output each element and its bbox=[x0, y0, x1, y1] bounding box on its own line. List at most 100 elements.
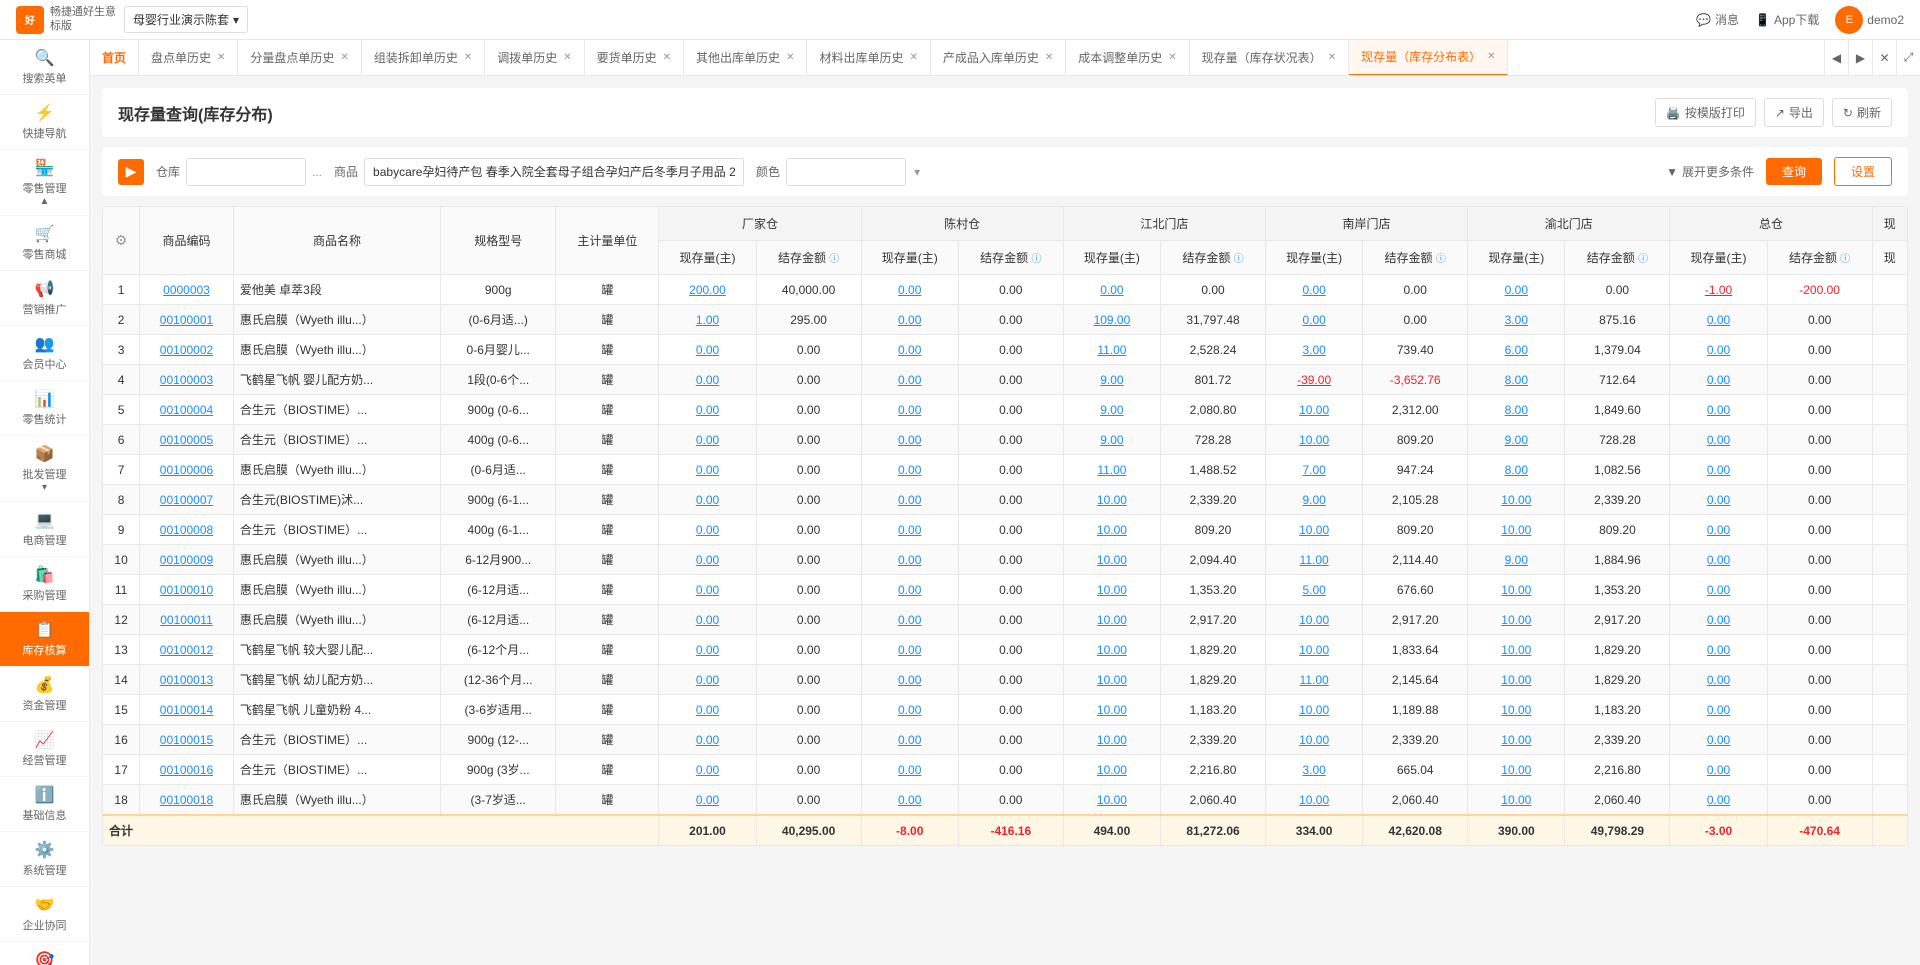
goods-field: 商品 bbox=[334, 158, 744, 186]
expand-filter-button[interactable]: ▼ 展开更多条件 bbox=[1666, 163, 1754, 180]
color-input[interactable] bbox=[786, 158, 906, 186]
info-icon[interactable]: ⓘ bbox=[1638, 254, 1648, 265]
th-spec: 规格型号 bbox=[441, 207, 556, 275]
td-index: 12 bbox=[103, 605, 140, 635]
td-unit: 罐 bbox=[556, 515, 659, 545]
user-area[interactable]: E demo2 bbox=[1835, 6, 1904, 34]
sidebar-item-basic[interactable]: ℹ️ 基础信息 bbox=[0, 777, 89, 832]
warehouse-input[interactable] bbox=[186, 158, 306, 186]
td-unit: 罐 bbox=[556, 755, 659, 785]
filter-row: ▶ 仓库 ... 商品 颜色 ▾ ▼ 展开更多条件 bbox=[118, 157, 1892, 186]
sidebar-item-search[interactable]: 🔍 搜索英单 bbox=[0, 40, 89, 95]
sidebar-item-member[interactable]: 👥 会员中心 bbox=[0, 326, 89, 381]
sidebar: 🔍 搜索英单 ⚡ 快捷导航 🏪 零售管理 ▲ 🛒 零售商城 📢 营销推广 👥 会… bbox=[0, 40, 90, 965]
query-button[interactable]: 查询 bbox=[1766, 158, 1822, 185]
td-total-qty: 0.00 bbox=[1670, 365, 1767, 395]
tab-cost-adjust[interactable]: 成本调整单历史 ✕ bbox=[1066, 40, 1189, 76]
sidebar-item-nav[interactable]: ⚡ 快捷导航 bbox=[0, 95, 89, 150]
close-icon[interactable]: ✕ bbox=[909, 52, 917, 63]
close-icon[interactable]: ✕ bbox=[1487, 51, 1495, 62]
td-name: 合生元(BIOSTIME)沭... bbox=[233, 485, 440, 515]
info-icon[interactable]: ⓘ bbox=[1234, 254, 1244, 265]
sidebar-item-retail[interactable]: 🏪 零售管理 ▲ bbox=[0, 150, 89, 216]
tab-label: 材料出库单历史 bbox=[819, 49, 903, 66]
td-spec: 6-12月900... bbox=[441, 545, 556, 575]
td-code: 00100011 bbox=[140, 605, 234, 635]
info-icon[interactable]: ⓘ bbox=[1031, 254, 1041, 265]
sidebar-item-wholesale[interactable]: 📦 批发管理 ▾ bbox=[0, 436, 89, 502]
business-icon: 📈 bbox=[35, 730, 55, 750]
info-icon[interactable]: ⓘ bbox=[829, 254, 839, 265]
td-unit: 罐 bbox=[556, 275, 659, 305]
message-action[interactable]: 💬 消息 bbox=[1696, 11, 1739, 28]
warehouse-dots[interactable]: ... bbox=[312, 165, 322, 179]
tab-stock-status[interactable]: 现存量（库存状况表） ✕ bbox=[1190, 40, 1349, 76]
td-chencun-qty: 0.00 bbox=[861, 365, 958, 395]
refresh-button[interactable]: ↻ 刷新 bbox=[1832, 98, 1892, 127]
tab-home[interactable]: 首页 bbox=[90, 40, 139, 76]
goods-input[interactable] bbox=[364, 158, 744, 186]
close-icon[interactable]: ✕ bbox=[340, 52, 348, 63]
tab-assembly[interactable]: 组装拆卸单历史 ✕ bbox=[362, 40, 485, 76]
td-chencun-qty: 0.00 bbox=[861, 665, 958, 695]
td-chencun-amt: 0.00 bbox=[958, 275, 1063, 305]
sidebar-item-stats[interactable]: 📊 零售统计 bbox=[0, 381, 89, 436]
nav-close-all-button[interactable]: ✕ bbox=[1872, 40, 1896, 76]
td-factory-amt: 0.00 bbox=[756, 395, 861, 425]
tab-part-check[interactable]: 分量盘点单历史 ✕ bbox=[238, 40, 361, 76]
close-icon[interactable]: ✕ bbox=[1045, 52, 1053, 63]
info-icon: ℹ️ bbox=[35, 785, 55, 805]
td-unit: 罐 bbox=[556, 365, 659, 395]
color-dropdown-icon[interactable]: ▾ bbox=[914, 165, 920, 179]
sidebar-item-finance[interactable]: 💰 资金管理 bbox=[0, 667, 89, 722]
tab-stock-dist[interactable]: 现存量（库存分布表） ✕ bbox=[1349, 40, 1508, 76]
td-name: 飞鹤星飞帆 较大婴儿配... bbox=[233, 635, 440, 665]
sidebar-item-business[interactable]: 📈 经营管理 bbox=[0, 722, 89, 777]
sidebar-label: 会员中心 bbox=[23, 356, 67, 372]
tab-inventory-check[interactable]: 盘点单历史 ✕ bbox=[139, 40, 238, 76]
sidebar-item-mall[interactable]: 🛒 零售商城 bbox=[0, 216, 89, 271]
td-nanan-amt: 947.24 bbox=[1363, 455, 1468, 485]
chevron-down-icon: ▾ bbox=[233, 13, 239, 27]
tab-order[interactable]: 要货单历史 ✕ bbox=[585, 40, 684, 76]
sidebar-item-purchase[interactable]: 🛍️ 采购管理 bbox=[0, 557, 89, 612]
sidebar-item-inventory[interactable]: 📋 库存核算 bbox=[0, 612, 89, 667]
app-download-action[interactable]: 📱 App下载 bbox=[1755, 11, 1819, 28]
td-unit: 罐 bbox=[556, 665, 659, 695]
sidebar-item-ecom[interactable]: 💻 电商管理 bbox=[0, 502, 89, 557]
setting-button[interactable]: 设置 bbox=[1834, 157, 1892, 186]
print-button[interactable]: 🖨️ 按模版打印 bbox=[1655, 98, 1756, 127]
th-settings[interactable]: ⚙ bbox=[103, 207, 140, 275]
filter-toggle-button[interactable]: ▶ bbox=[118, 159, 144, 185]
td-index: 1 bbox=[103, 275, 140, 305]
td-jiangbei-amt: 31,797.48 bbox=[1161, 305, 1266, 335]
close-icon[interactable]: ✕ bbox=[786, 52, 794, 63]
td-chencun-amt: 0.00 bbox=[958, 695, 1063, 725]
nav-prev-button[interactable]: ◀ bbox=[1824, 40, 1848, 76]
td-current bbox=[1872, 785, 1907, 816]
td-yubei-amt: 1,082.56 bbox=[1565, 455, 1670, 485]
export-button[interactable]: ↗ 导出 bbox=[1764, 98, 1824, 127]
info-icon[interactable]: ⓘ bbox=[1436, 254, 1446, 265]
tab-product-in[interactable]: 产成品入库单历史 ✕ bbox=[931, 40, 1066, 76]
close-icon[interactable]: ✕ bbox=[217, 52, 225, 63]
store-selector[interactable]: 母婴行业演示陈套 ▾ bbox=[124, 6, 248, 33]
sidebar-item-system[interactable]: ⚙️ 系统管理 bbox=[0, 832, 89, 887]
nav-expand-button[interactable]: ⤢ bbox=[1896, 40, 1920, 76]
tab-material-out[interactable]: 材料出库单历史 ✕ bbox=[807, 40, 930, 76]
close-icon[interactable]: ✕ bbox=[1328, 52, 1336, 63]
td-index: 13 bbox=[103, 635, 140, 665]
close-icon[interactable]: ✕ bbox=[464, 52, 472, 63]
tab-outbound[interactable]: 其他出库单历史 ✕ bbox=[684, 40, 807, 76]
sidebar-item-guide[interactable]: 🎯 新手引导 bbox=[0, 942, 89, 965]
tab-transfer[interactable]: 调拨单历史 ✕ bbox=[485, 40, 584, 76]
td-jiangbei-amt: 1,353.20 bbox=[1161, 575, 1266, 605]
sidebar-item-marketing[interactable]: 📢 营销推广 bbox=[0, 271, 89, 326]
close-icon[interactable]: ✕ bbox=[1168, 52, 1176, 63]
sidebar-item-collab[interactable]: 🤝 企业协同 bbox=[0, 887, 89, 942]
nav-next-button[interactable]: ▶ bbox=[1848, 40, 1872, 76]
td-yubei-qty: 0.00 bbox=[1468, 275, 1565, 305]
close-icon[interactable]: ✕ bbox=[563, 52, 571, 63]
info-icon[interactable]: ⓘ bbox=[1840, 254, 1850, 265]
close-icon[interactable]: ✕ bbox=[663, 52, 671, 63]
